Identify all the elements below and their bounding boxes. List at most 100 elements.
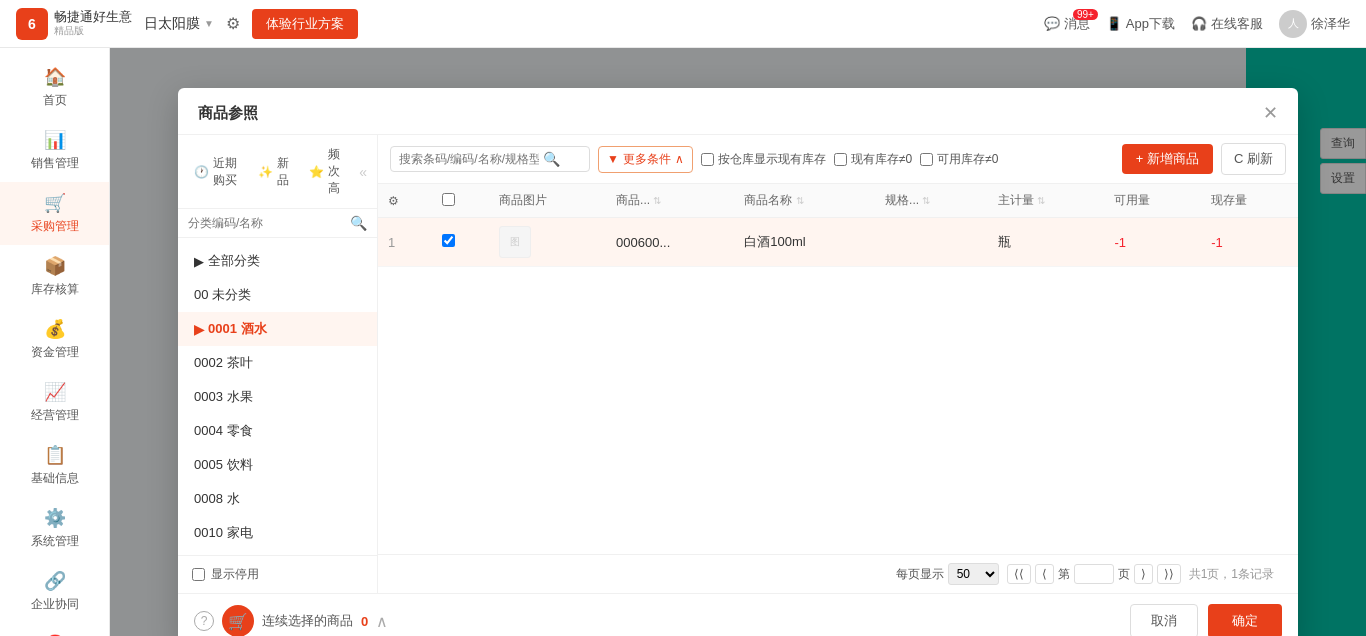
- sidebar-item-home[interactable]: 🏠 首页: [0, 56, 109, 119]
- add-product-button[interactable]: + 新增商品: [1122, 144, 1213, 174]
- by-warehouse-checkbox[interactable]: [701, 153, 714, 166]
- username-label: 徐泽华: [1311, 15, 1350, 33]
- col-checkbox[interactable]: [432, 184, 489, 218]
- app-sub: 精品版: [54, 24, 132, 38]
- category-item-00[interactable]: 00 未分类: [178, 278, 377, 312]
- filter-icon: ▼: [607, 152, 619, 166]
- product-search-icon[interactable]: 🔍: [543, 151, 560, 167]
- help-icon[interactable]: ?: [194, 611, 214, 631]
- cell-name: 白酒100ml: [734, 218, 875, 267]
- cell-checkbox[interactable]: [432, 218, 489, 267]
- store-selector[interactable]: 日太阳膜 ▼: [144, 15, 214, 33]
- product-reference-modal: 商品参照 ✕ 🕐 近期购买 ✨ 新: [178, 88, 1298, 636]
- category-search-icon[interactable]: 🔍: [350, 215, 367, 231]
- stock-nonzero-label: 现有库存≠0: [851, 151, 912, 168]
- category-item-0003[interactable]: 0003 水果: [178, 380, 377, 414]
- sidebar-item-basic-info[interactable]: 📋 基础信息: [0, 434, 109, 497]
- col-gear[interactable]: ⚙: [378, 184, 432, 218]
- select-all-checkbox[interactable]: [442, 193, 455, 206]
- category-item-0008[interactable]: 0008 水: [178, 482, 377, 516]
- col-name[interactable]: 商品名称 ⇅: [734, 184, 875, 218]
- category-item-0004[interactable]: 0004 零食: [178, 414, 377, 448]
- product-search-input[interactable]: [399, 152, 539, 166]
- cell-row-num: 1: [378, 218, 432, 267]
- cart-button[interactable]: 🛒: [222, 605, 254, 636]
- col-image: 商品图片: [489, 184, 607, 218]
- page-navigation: ⟨⟨ ⟨ 第 1 页 ⟩ ⟩⟩: [1007, 564, 1181, 584]
- cat-label-0010: 0010 家电: [194, 524, 253, 542]
- tab-high-freq[interactable]: ⭐ 频次高: [303, 143, 351, 200]
- tab-new-products[interactable]: ✨ 新品: [252, 152, 295, 192]
- show-disabled-checkbox[interactable]: [192, 568, 205, 581]
- category-item-0005[interactable]: 0005 饮料: [178, 448, 377, 482]
- checkbox-available-nonzero[interactable]: 可用库存≠0: [920, 151, 998, 168]
- per-page-dropdown[interactable]: 50 10 20 100: [948, 563, 999, 585]
- sidebar-item-finance[interactable]: 💰 资金管理: [0, 308, 109, 371]
- category-item-0001[interactable]: ▶ 0001 酒水: [178, 312, 377, 346]
- sidebar-item-purchase[interactable]: 🛒 采购管理: [0, 182, 109, 245]
- category-search-input[interactable]: [188, 216, 350, 230]
- store-dropdown-arrow: ▼: [204, 18, 214, 29]
- cat-label-all: 全部分类: [208, 252, 260, 270]
- app-download-button[interactable]: 📱 App下载: [1106, 15, 1175, 33]
- app-name: 畅捷通好生意: [54, 9, 132, 25]
- sidebar-item-operations[interactable]: 📈 经营管理: [0, 371, 109, 434]
- exp-industry-button[interactable]: 体验行业方案: [252, 9, 358, 39]
- cat-label-0008: 0008 水: [194, 490, 240, 508]
- category-item-0002[interactable]: 0002 茶叶: [178, 346, 377, 380]
- cat-label-0001: 0001 酒水: [208, 320, 267, 338]
- cat-expand-icon: ▶: [194, 254, 204, 269]
- cell-image: 图: [489, 218, 607, 267]
- cart-label: 连续选择的商品: [262, 612, 353, 630]
- cancel-button[interactable]: 取消: [1130, 604, 1198, 636]
- avatar-icon: 人: [1279, 10, 1307, 38]
- user-avatar[interactable]: 人 徐泽华: [1279, 10, 1350, 38]
- total-info: 共1页，1条记录: [1189, 566, 1274, 583]
- modal-body: 🕐 近期购买 ✨ 新品 ⭐ 频次高 «: [178, 135, 1298, 593]
- message-button[interactable]: 💬 消息 99+: [1044, 15, 1090, 33]
- first-page-button[interactable]: ⟨⟨: [1007, 564, 1031, 584]
- sidebar-item-sales[interactable]: 📊 销售管理: [0, 119, 109, 182]
- row-select-checkbox[interactable]: [442, 234, 455, 247]
- show-disabled-area: 显示停用: [178, 555, 377, 593]
- prev-page-button[interactable]: ⟨: [1035, 564, 1054, 584]
- modal-close-button[interactable]: ✕: [1263, 102, 1278, 124]
- sidebar-item-collab[interactable]: 🔗 企业协同: [0, 560, 109, 623]
- checkbox-by-warehouse[interactable]: 按仓库显示现有库存: [701, 151, 826, 168]
- category-item-all[interactable]: ▶ 全部分类: [178, 244, 377, 278]
- last-page-button[interactable]: ⟩⟩: [1157, 564, 1181, 584]
- sidebar-item-inventory[interactable]: 📦 库存核算: [0, 245, 109, 308]
- tab-recent-purchase[interactable]: 🕐 近期购买: [188, 152, 244, 192]
- settings-icon[interactable]: ⚙: [226, 14, 240, 33]
- table-row[interactable]: 1 图 000600... 白酒100ml 瓶: [378, 218, 1298, 267]
- store-name: 日太阳膜: [144, 15, 200, 33]
- col-code[interactable]: 商品... ⇅: [606, 184, 734, 218]
- left-panel-collapse-button[interactable]: «: [359, 164, 367, 180]
- modal-overlay: 商品参照 ✕ 🕐 近期购买 ✨ 新: [110, 48, 1366, 636]
- tab-recent-label: 近期购买: [213, 155, 238, 189]
- next-page-button[interactable]: ⟩: [1134, 564, 1153, 584]
- customer-service-button[interactable]: 🎧 在线客服: [1191, 15, 1263, 33]
- sidebar-label-inventory: 库存核算: [31, 281, 79, 298]
- cell-stock: -1: [1201, 218, 1298, 267]
- col-spec[interactable]: 规格... ⇅: [875, 184, 988, 218]
- modal-header: 商品参照 ✕: [178, 88, 1298, 135]
- refresh-button[interactable]: C 刷新: [1221, 143, 1286, 175]
- available-nonzero-checkbox[interactable]: [920, 153, 933, 166]
- sidebar-label-home: 首页: [43, 92, 67, 109]
- checkbox-stock-nonzero[interactable]: 现有库存≠0: [834, 151, 912, 168]
- sidebar-item-system[interactable]: ⚙️ 系统管理: [0, 497, 109, 560]
- sidebar-label-system: 系统管理: [31, 533, 79, 550]
- cart-collapse-button[interactable]: ∧: [376, 612, 388, 631]
- category-item-0010[interactable]: 0010 家电: [178, 516, 377, 550]
- sidebar-item-guide[interactable]: 🎯 新手引导: [0, 623, 109, 636]
- spec-sort-icon: ⇅: [922, 195, 930, 206]
- more-filter-button[interactable]: ▼ 更多条件 ∧: [598, 146, 693, 173]
- footer-buttons: 取消 确定: [1130, 604, 1282, 636]
- confirm-button[interactable]: 确定: [1208, 604, 1282, 636]
- stock-nonzero-checkbox[interactable]: [834, 153, 847, 166]
- sales-icon: 📊: [44, 129, 66, 151]
- col-unit[interactable]: 主计量 ⇅: [988, 184, 1104, 218]
- more-filter-label: 更多条件: [623, 151, 671, 168]
- page-number-input[interactable]: 1: [1074, 564, 1114, 584]
